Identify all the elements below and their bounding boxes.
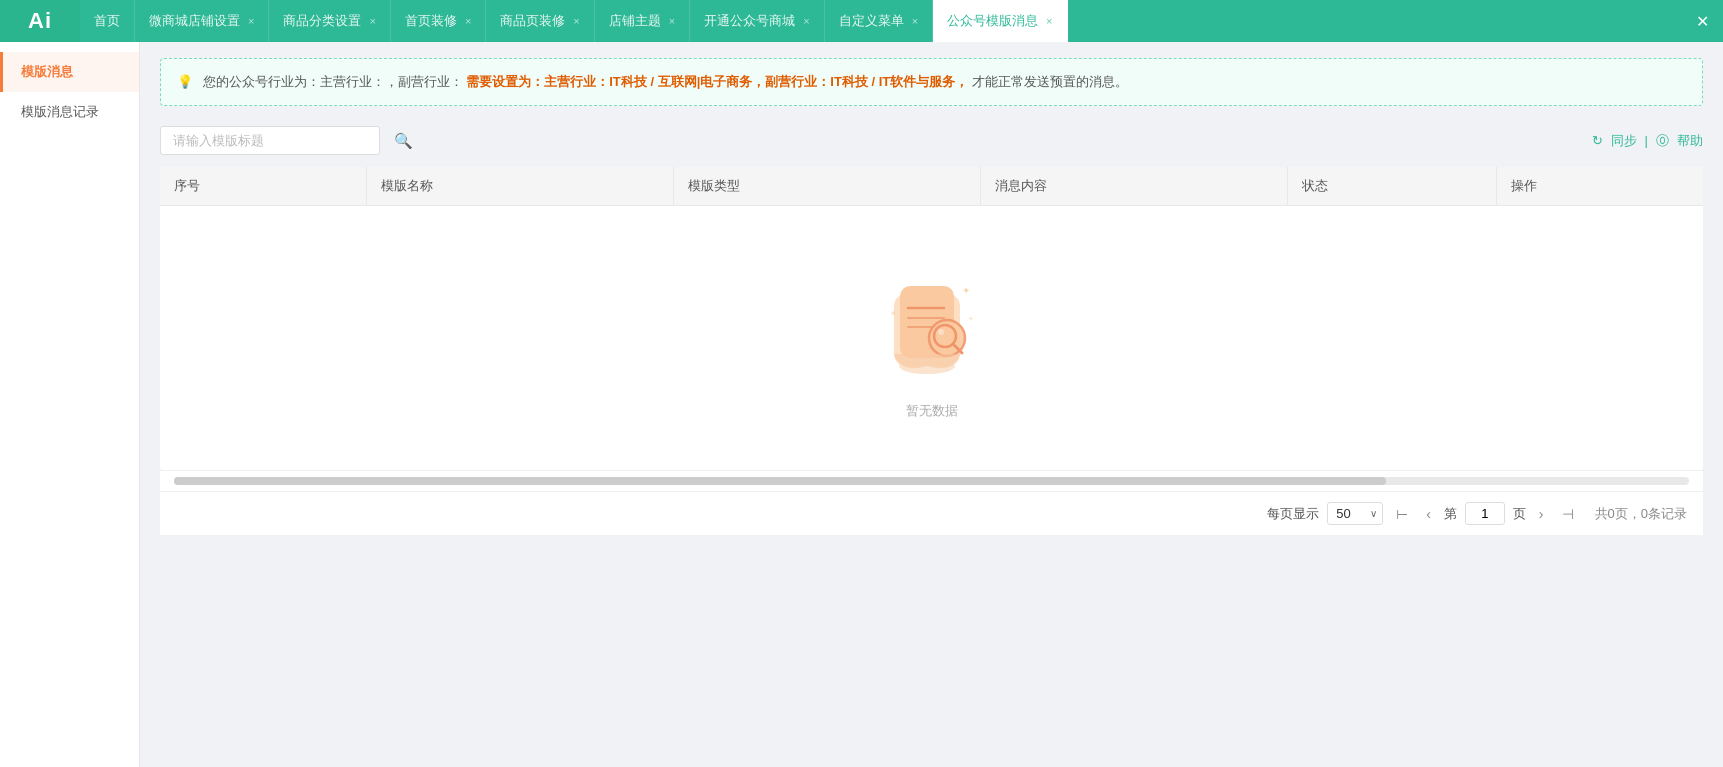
tab-home[interactable]: 首页 [80, 0, 135, 42]
svg-text:✦: ✦ [890, 309, 897, 318]
table-header-row: 序号模版名称模版类型消息内容状态操作 [160, 167, 1703, 206]
tab-label: 首页 [94, 12, 120, 30]
tab-template-msg[interactable]: 公众号模版消息 × [933, 0, 1067, 42]
scrollbar-thumb[interactable] [174, 477, 1386, 485]
toolbar-right: ↻ 同步 | ⓪ 帮助 [1592, 132, 1703, 150]
tab-product-decor[interactable]: 商品页装修 × [486, 0, 594, 42]
col-name: 模版名称 [367, 167, 674, 206]
tab-close-icon[interactable]: × [465, 15, 471, 27]
pagination-total: 共0页，0条记录 [1595, 505, 1687, 523]
notice-box: 💡 您的公众号行业为：主营行业：，副营行业： 需要设置为：主营行业：IT科技 /… [160, 58, 1703, 106]
notice-icon: 💡 [177, 74, 193, 89]
sidebar: 模版消息模版消息记录 [0, 42, 140, 767]
tab-close-icon[interactable]: × [369, 15, 375, 27]
per-page-label: 每页显示 [1267, 505, 1319, 523]
empty-text: 暂无数据 [906, 402, 958, 420]
sync-icon: ↻ [1592, 133, 1603, 148]
topbar: Ai 首页微商城店铺设置×商品分类设置×首页装修×商品页装修×店铺主题×开通公众… [0, 0, 1723, 42]
col-status: 状态 [1288, 167, 1497, 206]
pagination: 每页显示 102050100 ⊢ ‹ 第 页 › ⊣ 共0页，0条记录 [160, 491, 1703, 535]
empty-row: ✦ ✦ ✦ 暂无数据 [160, 206, 1703, 471]
tab-close-icon[interactable]: × [248, 15, 254, 27]
tab-label: 店铺主题 [609, 12, 661, 30]
empty-illustration: ✦ ✦ ✦ [872, 266, 992, 386]
per-page-select[interactable]: 102050100 [1327, 502, 1383, 525]
search-bar: 🔍 ↻ 同步 | ⓪ 帮助 [160, 126, 1703, 155]
tab-label: 商品页装修 [500, 12, 565, 30]
next-page-button[interactable]: › [1534, 504, 1549, 524]
data-table: 序号模版名称模版类型消息内容状态操作 [160, 167, 1703, 470]
col-action: 操作 [1496, 167, 1703, 206]
last-page-button[interactable]: ⊣ [1557, 504, 1579, 524]
svg-text:✦: ✦ [962, 285, 970, 296]
help-button[interactable]: 帮助 [1677, 132, 1703, 150]
notice-suffix: 才能正常发送预置的消息。 [972, 74, 1128, 89]
tab-close-icon[interactable]: × [1046, 15, 1052, 27]
window-close-button[interactable]: ✕ [1681, 0, 1723, 42]
scrollbar-container [160, 470, 1703, 491]
toolbar-divider: | [1645, 133, 1648, 148]
tab-close-icon[interactable]: × [912, 15, 918, 27]
svg-point-9 [938, 329, 944, 335]
prev-page-button[interactable]: ‹ [1421, 504, 1436, 524]
scrollbar-track[interactable] [174, 477, 1689, 485]
tab-label: 自定义菜单 [839, 12, 904, 30]
notice-highlight: 需要设置为：主营行业：IT科技 / 互联网|电子商务，副营行业：IT科技 / I… [466, 74, 968, 89]
tab-list: 首页微商城店铺设置×商品分类设置×首页装修×商品页装修×店铺主题×开通公众号商城… [80, 0, 1681, 42]
sync-button[interactable]: 同步 [1611, 132, 1637, 150]
col-content: 消息内容 [981, 167, 1288, 206]
table-body: ✦ ✦ ✦ 暂无数据 [160, 206, 1703, 471]
tab-close-icon[interactable]: × [803, 15, 809, 27]
tab-close-icon[interactable]: × [669, 15, 675, 27]
app-logo: Ai [0, 0, 80, 42]
tab-product-category[interactable]: 商品分类设置 × [269, 0, 390, 42]
page-label-suffix: 页 [1513, 505, 1526, 523]
first-page-button[interactable]: ⊢ [1391, 504, 1413, 524]
tab-label: 商品分类设置 [283, 12, 361, 30]
svg-text:✦: ✦ [968, 315, 974, 322]
sidebar-item-template-msg-log[interactable]: 模版消息记录 [0, 92, 139, 132]
tab-open-mall[interactable]: 开通公众号商城 × [690, 0, 824, 42]
empty-state: ✦ ✦ ✦ 暂无数据 [160, 206, 1703, 470]
col-type: 模版类型 [674, 167, 981, 206]
tab-home-decor[interactable]: 首页装修 × [391, 0, 486, 42]
tab-close-icon[interactable]: × [573, 15, 579, 27]
col-index: 序号 [160, 167, 367, 206]
sidebar-item-template-msg[interactable]: 模版消息 [0, 52, 139, 92]
page-input[interactable] [1465, 502, 1505, 525]
tab-label: 首页装修 [405, 12, 457, 30]
table-header: 序号模版名称模版类型消息内容状态操作 [160, 167, 1703, 206]
notice-prefix: 您的公众号行业为：主营行业：，副营行业： [203, 74, 463, 89]
page-label-prefix: 第 [1444, 505, 1457, 523]
tab-label: 公众号模版消息 [947, 12, 1038, 30]
search-input[interactable] [160, 126, 380, 155]
per-page-wrapper: 102050100 [1327, 502, 1383, 525]
search-button[interactable]: 🔍 [390, 132, 417, 150]
tab-weshop-settings[interactable]: 微商城店铺设置 × [135, 0, 269, 42]
tab-label: 开通公众号商城 [704, 12, 795, 30]
tab-shop-theme[interactable]: 店铺主题 × [595, 0, 690, 42]
layout: 模版消息模版消息记录 💡 您的公众号行业为：主营行业：，副营行业： 需要设置为：… [0, 42, 1723, 767]
help-icon: ⓪ [1656, 132, 1669, 150]
main-content: 💡 您的公众号行业为：主营行业：，副营行业： 需要设置为：主营行业：IT科技 /… [140, 42, 1723, 767]
tab-custom-menu[interactable]: 自定义菜单 × [825, 0, 933, 42]
tab-label: 微商城店铺设置 [149, 12, 240, 30]
